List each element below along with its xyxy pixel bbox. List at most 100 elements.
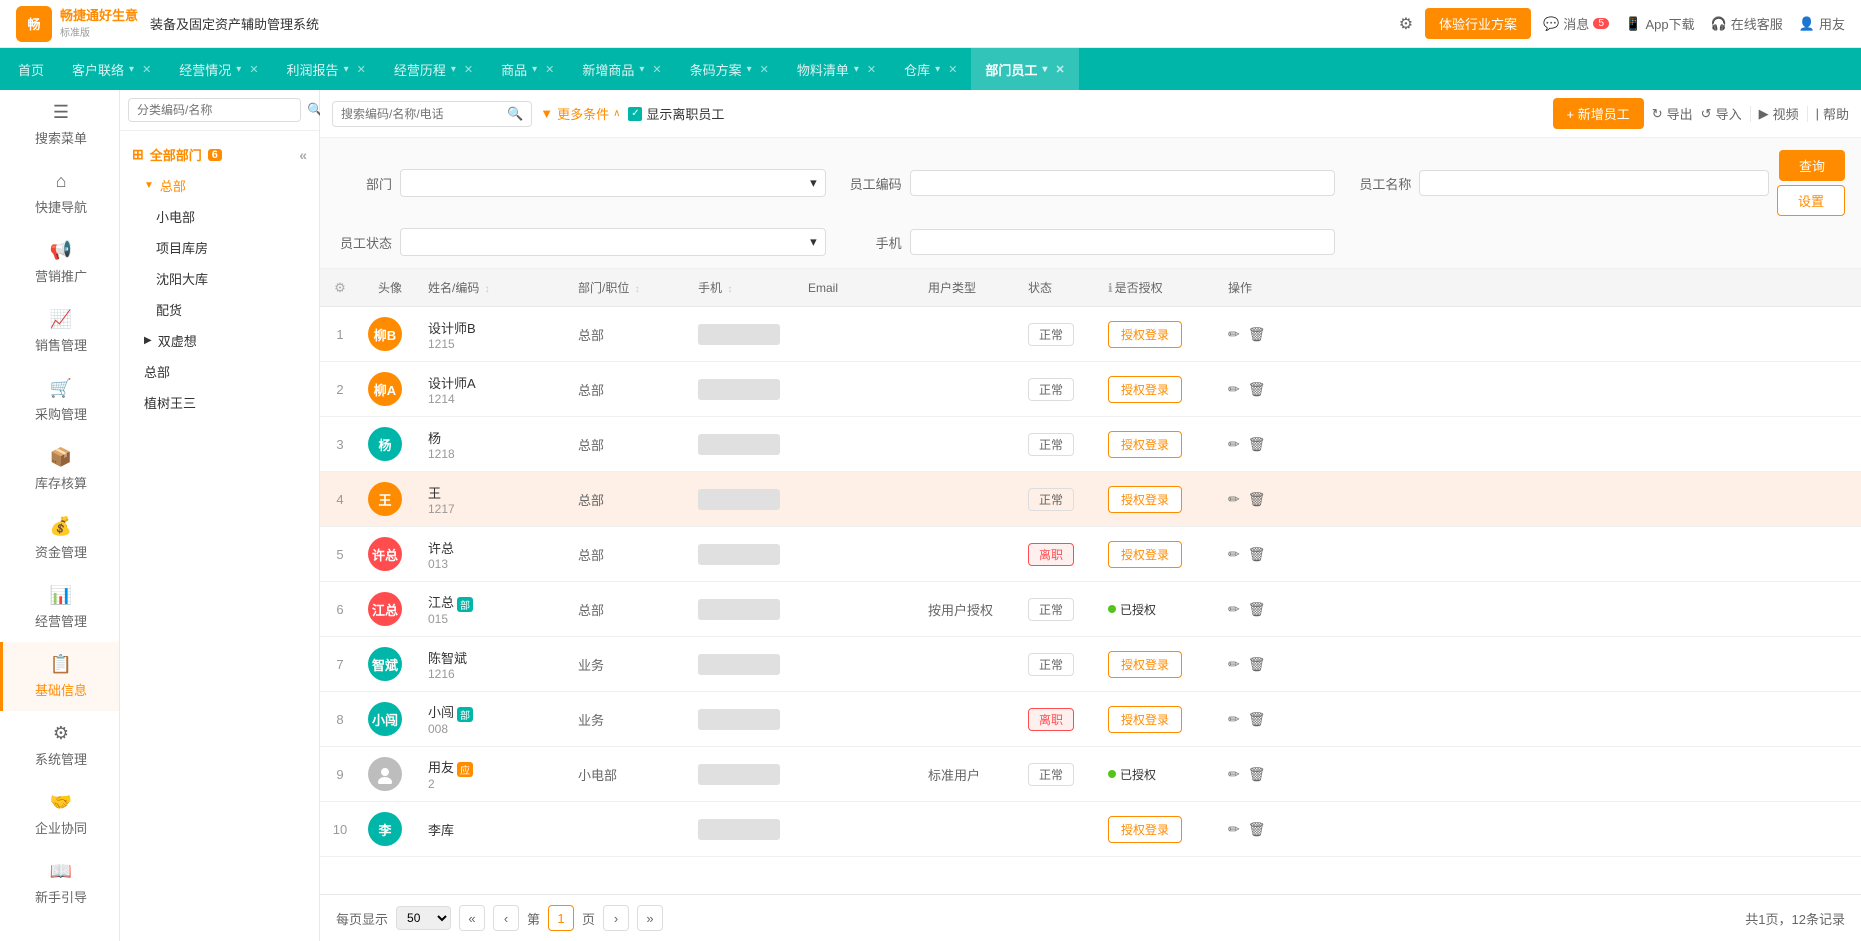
close-icon[interactable]: ✕	[249, 63, 258, 76]
page-size-select[interactable]: 50 100	[396, 906, 451, 930]
auth-button[interactable]: 授权登录	[1108, 321, 1182, 348]
close-icon[interactable]: ✕	[867, 63, 876, 76]
empstatus-select[interactable]: ▾	[400, 228, 826, 256]
query-button[interactable]: 查询	[1779, 150, 1845, 181]
user-button[interactable]: 👤 用友	[1799, 14, 1845, 33]
delete-button[interactable]: 🗑	[1248, 821, 1266, 838]
close-icon[interactable]: ✕	[357, 63, 366, 76]
close-icon[interactable]: ✕	[142, 63, 151, 76]
dept-node-peihuo[interactable]: 配货	[120, 294, 319, 325]
sidebar-item-marketing[interactable]: 📢 营销推广	[0, 228, 119, 297]
auth-button[interactable]: 授权登录	[1108, 541, 1182, 568]
close-icon[interactable]: ✕	[464, 63, 473, 76]
dept-node-zhishu[interactable]: 植树王三	[120, 387, 319, 418]
search-input[interactable]	[341, 107, 501, 121]
dept-node-xiaodibu[interactable]: 小电部	[120, 201, 319, 232]
auth-button[interactable]: 授权登录	[1108, 376, 1182, 403]
tab-history[interactable]: 经营历程▾✕	[380, 48, 487, 90]
edit-button[interactable]: ✏	[1228, 436, 1240, 453]
tab-profit[interactable]: 利润报告▾✕	[273, 48, 380, 90]
online-service-button[interactable]: 🎧 在线客服	[1711, 14, 1783, 33]
empname-input[interactable]	[1419, 170, 1769, 196]
tab-employees[interactable]: 部门员工▾✕	[971, 48, 1078, 90]
dept-node-all[interactable]: ⊞ 全部部门 6 «	[120, 139, 319, 170]
set-button[interactable]: 设置	[1777, 185, 1845, 216]
tab-operation[interactable]: 经营情况▾✕	[165, 48, 272, 90]
edit-button[interactable]: ✏	[1228, 601, 1240, 618]
gear-icon[interactable]: ⚙	[334, 280, 346, 295]
last-page-button[interactable]: »	[637, 905, 663, 931]
edit-button[interactable]: ✏	[1228, 491, 1240, 508]
video-button[interactable]: ▶ 视频	[1759, 104, 1799, 123]
edit-button[interactable]: ✏	[1228, 326, 1240, 343]
delete-button[interactable]: 🗑	[1248, 326, 1266, 343]
delete-button[interactable]: 🗑	[1248, 491, 1266, 508]
dept-node-project[interactable]: 项目库房	[120, 232, 319, 263]
edit-button[interactable]: ✏	[1228, 546, 1240, 563]
close-icon[interactable]: ✕	[760, 63, 769, 76]
prev-page-button[interactable]: ‹	[493, 905, 519, 931]
first-page-button[interactable]: «	[459, 905, 485, 931]
empcode-input[interactable]	[910, 170, 1336, 196]
app-download-button[interactable]: 📱 App下载	[1625, 14, 1694, 33]
delete-button[interactable]: 🗑	[1248, 546, 1266, 563]
edit-button[interactable]: ✏	[1228, 766, 1240, 783]
dept-node-shenyang[interactable]: 沈阳大库	[120, 263, 319, 294]
dept-search-input[interactable]	[128, 98, 301, 122]
import-button[interactable]: ↺ 导入	[1701, 104, 1742, 123]
more-filters-button[interactable]: ▼ 更多条件 ∧	[540, 104, 620, 123]
close-icon[interactable]: ✕	[545, 63, 554, 76]
message-button[interactable]: 💬 消息 5	[1543, 14, 1609, 33]
sidebar-item-guide[interactable]: 📖 新手引导	[0, 849, 119, 918]
delete-button[interactable]: 🗑	[1248, 766, 1266, 783]
auth-button[interactable]: 授权登录	[1108, 706, 1182, 733]
edit-button[interactable]: ✏	[1228, 821, 1240, 838]
close-icon[interactable]: ✕	[1055, 63, 1064, 76]
sidebar-item-basic[interactable]: 📋 基础信息	[0, 642, 119, 711]
auth-button[interactable]: 授权登录	[1108, 486, 1182, 513]
sidebar-item-purchase[interactable]: 🛒 采购管理	[0, 366, 119, 435]
edit-button[interactable]: ✏	[1228, 711, 1240, 728]
auth-button[interactable]: 授权登录	[1108, 816, 1182, 843]
collapse-icon[interactable]: «	[299, 147, 307, 163]
delete-button[interactable]: 🗑	[1248, 381, 1266, 398]
trial-button[interactable]: 体验行业方案	[1425, 8, 1531, 39]
sidebar-item-finance[interactable]: 💰 资金管理	[0, 504, 119, 573]
tab-warehouse[interactable]: 仓库▾✕	[890, 48, 971, 90]
dept-node-zongbu[interactable]: ▼ 总部	[120, 170, 319, 201]
export-button[interactable]: ↻ 导出	[1652, 104, 1693, 123]
delete-button[interactable]: 🗑	[1248, 711, 1266, 728]
auth-button[interactable]: 授权登录	[1108, 651, 1182, 678]
help-button[interactable]: | 帮助	[1816, 104, 1849, 123]
next-page-button[interactable]: ›	[603, 905, 629, 931]
phone-input[interactable]	[910, 229, 1336, 255]
tab-new-goods[interactable]: 新增商品▾✕	[568, 48, 675, 90]
delete-button[interactable]: 🗑	[1248, 436, 1266, 453]
show-resigned-toggle[interactable]: ✓ 显示离职员工	[628, 104, 724, 123]
add-employee-button[interactable]: + 新增员工	[1553, 98, 1644, 129]
tab-home[interactable]: 首页	[4, 48, 58, 90]
dept-node-shuangxuxiang[interactable]: ▶ 双虚想	[120, 325, 319, 356]
tab-bom[interactable]: 物料清单▾✕	[783, 48, 890, 90]
tab-customer[interactable]: 客户联络▾✕	[58, 48, 165, 90]
dept-node-zongbu2[interactable]: 总部	[120, 356, 319, 387]
sidebar-item-collab[interactable]: 🤝 企业协同	[0, 780, 119, 849]
sidebar-item-quicknav[interactable]: ⌂ 快捷导航	[0, 159, 119, 228]
tab-barcode[interactable]: 条码方案▾✕	[676, 48, 783, 90]
edit-button[interactable]: ✏	[1228, 381, 1240, 398]
tab-goods[interactable]: 商品▾✕	[487, 48, 568, 90]
dept-select[interactable]: ▾	[400, 169, 826, 197]
sidebar-item-inventory[interactable]: 📦 库存核算	[0, 435, 119, 504]
delete-button[interactable]: 🗑	[1248, 601, 1266, 618]
edit-button[interactable]: ✏	[1228, 656, 1240, 673]
row-avatar: 智斌	[360, 637, 420, 692]
close-icon[interactable]: ✕	[948, 63, 957, 76]
sidebar-item-search[interactable]: ☰ 搜索菜单	[0, 90, 119, 159]
sidebar-item-management[interactable]: 📊 经营管理	[0, 573, 119, 642]
sidebar-item-system[interactable]: ⚙ 系统管理	[0, 711, 119, 780]
gear-button[interactable]: ⚙	[1399, 14, 1413, 34]
sidebar-item-sales[interactable]: 📈 销售管理	[0, 297, 119, 366]
auth-button[interactable]: 授权登录	[1108, 431, 1182, 458]
delete-button[interactable]: 🗑	[1248, 656, 1266, 673]
close-icon[interactable]: ✕	[652, 63, 661, 76]
